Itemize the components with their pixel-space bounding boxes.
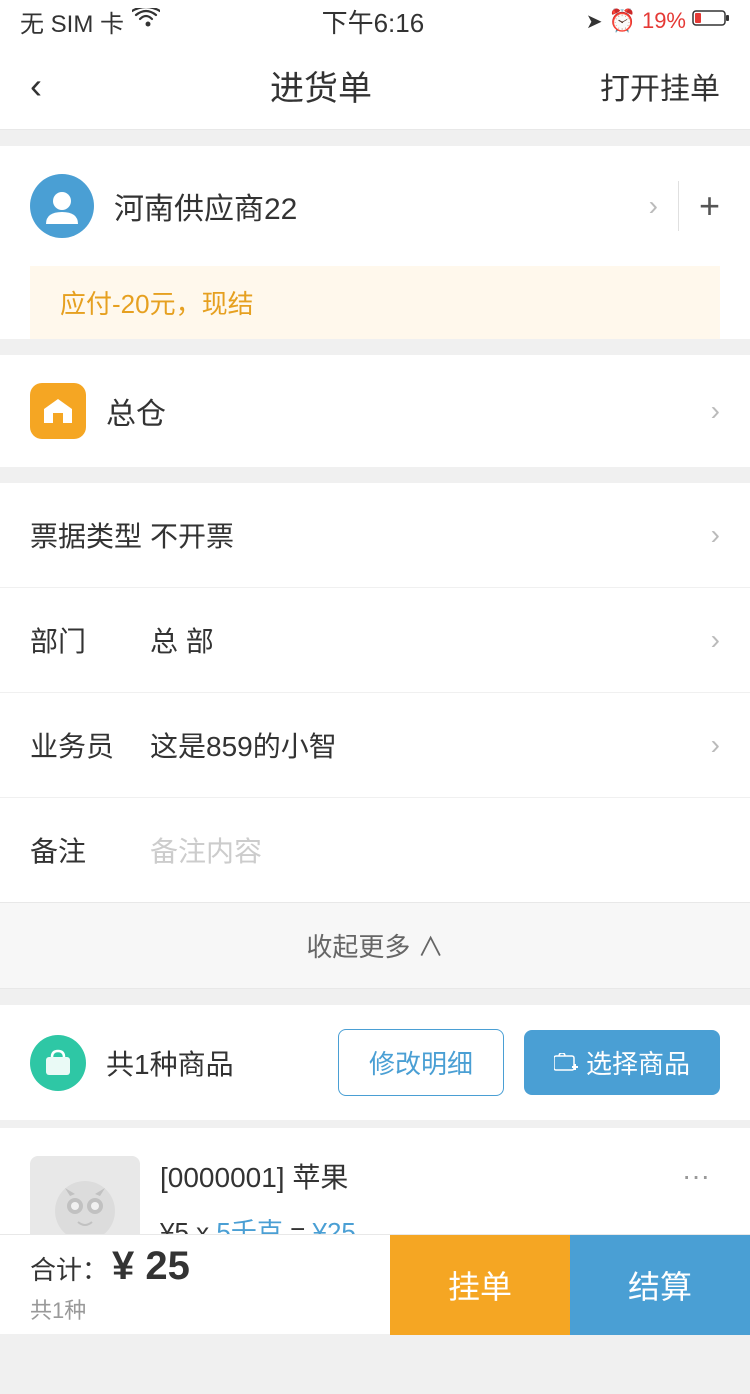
collapse-bar[interactable]: 收起更多 ∧ — [0, 902, 750, 989]
department-label: 部门 — [30, 620, 150, 660]
salesperson-chevron-icon: › — [711, 729, 720, 761]
ticket-type-chevron-icon: › — [711, 519, 720, 551]
salesperson-value: 这是859的小智 — [150, 725, 711, 765]
warehouse-row[interactable]: 总仓 › — [30, 355, 720, 467]
department-value: 总 部 — [150, 620, 711, 660]
total-sub: 共1种 — [30, 1293, 360, 1325]
warehouse-name: 总仓 — [106, 389, 711, 433]
footer: 合计： ¥ 25 共1种 挂单 结算 — [0, 1234, 750, 1334]
product-count-label: 共1种商品 — [106, 1043, 318, 1083]
select-product-button[interactable]: 选择商品 — [524, 1030, 720, 1095]
open-pending-button[interactable]: 打开挂单 — [600, 64, 720, 108]
back-button[interactable]: ‹ — [30, 65, 42, 107]
nav-bar: ‹ 进货单 打开挂单 — [0, 42, 750, 130]
location-icon: ➤ — [586, 9, 603, 34]
section-gap-1 — [0, 130, 750, 146]
carrier-text: 无 SIM 卡 — [20, 4, 124, 39]
supplier-avatar — [30, 174, 94, 238]
battery-icon — [692, 8, 730, 34]
ticket-type-row[interactable]: 票据类型 不开票 › — [0, 483, 750, 588]
salesperson-row[interactable]: 业务员 这是859的小智 › — [0, 693, 750, 798]
product-name: [0000001] 苹果 — [160, 1156, 672, 1196]
status-bar: 无 SIM 卡 下午6:16 ➤ ⏰ 19% — [0, 0, 750, 42]
remark-input[interactable]: 备注内容 — [150, 830, 720, 870]
product-toolbar: 共1种商品 修改明细 选择商品 — [0, 1005, 750, 1120]
warehouse-icon — [30, 383, 86, 439]
settle-button[interactable]: 结算 — [570, 1235, 750, 1335]
product-more-button[interactable]: ··· — [672, 1156, 720, 1196]
remark-row[interactable]: 备注 备注内容 — [0, 798, 750, 902]
collapse-label: 收起更多 ∧ — [306, 932, 443, 962]
hang-order-button[interactable]: 挂单 — [390, 1235, 570, 1335]
form-section: 票据类型 不开票 › 部门 总 部 › 业务员 这是859的小智 › 备注 备注… — [0, 483, 750, 902]
edit-detail-button[interactable]: 修改明细 — [338, 1029, 504, 1096]
section-gap-2 — [0, 339, 750, 355]
supplier-section: 河南供应商22 › + 应付-20元，现结 — [0, 146, 750, 339]
ticket-type-label: 票据类型 — [30, 515, 150, 555]
status-time: 下午6:16 — [322, 3, 425, 40]
page-title: 进货单 — [270, 61, 372, 110]
status-left: 无 SIM 卡 — [20, 4, 160, 39]
department-row[interactable]: 部门 总 部 › — [0, 588, 750, 693]
wifi-icon — [132, 7, 160, 35]
supplier-chevron-icon: › — [649, 190, 658, 222]
section-gap-3 — [0, 467, 750, 483]
ticket-type-value: 不开票 — [150, 515, 711, 555]
salesperson-label: 业务员 — [30, 725, 150, 765]
product-section-icon — [30, 1035, 86, 1091]
section-gap-4 — [0, 989, 750, 1005]
remark-label: 备注 — [30, 830, 150, 870]
alarm-icon: ⏰ — [609, 8, 636, 34]
product-title: 苹果 — [292, 1162, 348, 1193]
warehouse-section[interactable]: 总仓 › — [0, 355, 750, 467]
notice-bar: 应付-20元，现结 — [30, 266, 720, 339]
status-right: ➤ ⏰ 19% — [586, 8, 730, 34]
warehouse-chevron-icon: › — [711, 395, 720, 427]
total-label: 合计： — [30, 1250, 108, 1287]
total-amount: ¥ 25 — [112, 1244, 190, 1289]
footer-total: 合计： ¥ 25 共1种 — [0, 1244, 390, 1325]
supplier-name: 河南供应商22 — [114, 184, 649, 228]
select-product-label: 选择商品 — [586, 1044, 690, 1081]
product-code: [0000001] — [160, 1162, 285, 1193]
add-supplier-button[interactable]: + — [699, 185, 720, 227]
department-chevron-icon: › — [711, 624, 720, 656]
divider — [678, 181, 679, 231]
battery-text: 19% — [642, 8, 686, 34]
supplier-row[interactable]: 河南供应商22 › + — [30, 146, 720, 266]
